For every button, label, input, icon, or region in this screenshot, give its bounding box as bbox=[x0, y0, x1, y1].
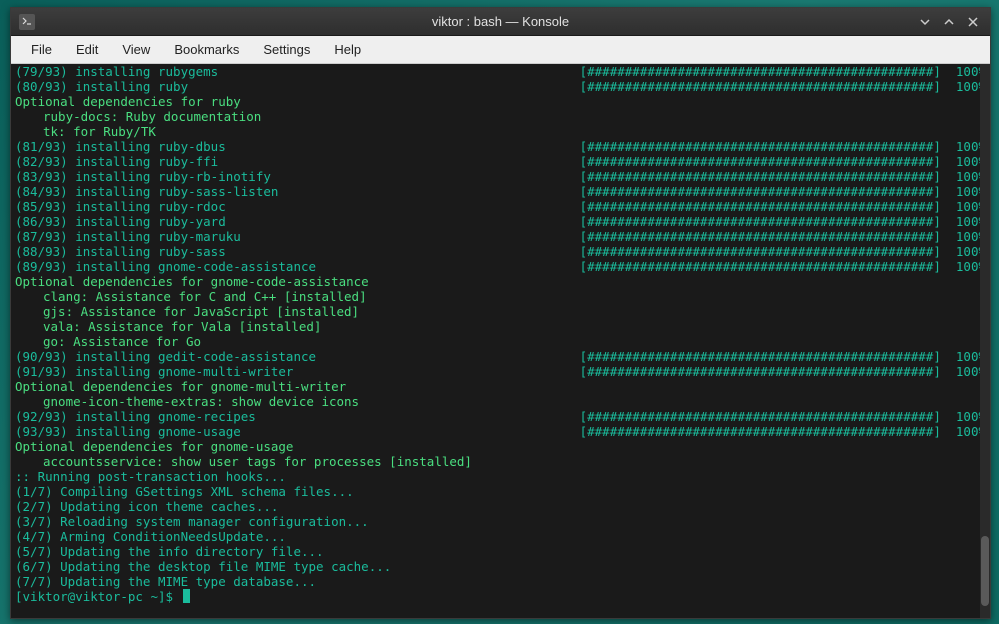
install-line: (88/93) installing ruby-sass [###########… bbox=[15, 244, 986, 259]
install-line: (79/93) installing rubygems [############… bbox=[15, 64, 986, 79]
install-text: (84/93) installing ruby-sass-listen bbox=[15, 184, 278, 199]
install-text: (90/93) installing gedit-code-assistance bbox=[15, 349, 316, 364]
optional-dep: vala: Assistance for Vala [installed] bbox=[15, 319, 986, 334]
install-text: (81/93) installing ruby-dbus bbox=[15, 139, 226, 154]
install-line: (91/93) installing gnome-multi-writer [##… bbox=[15, 364, 986, 379]
menu-help[interactable]: Help bbox=[322, 38, 373, 61]
install-text: (88/93) installing ruby-sass bbox=[15, 244, 226, 259]
optional-deps-header: Optional dependencies for gnome-usage bbox=[15, 439, 986, 454]
hook-line: (5/7) Updating the info directory file..… bbox=[15, 544, 986, 559]
hook-line: (7/7) Updating the MIME type database... bbox=[15, 574, 986, 589]
install-line: (84/93) installing ruby-sass-listen [####… bbox=[15, 184, 986, 199]
progress: [#######################################… bbox=[580, 349, 986, 364]
install-line: (83/93) installing ruby-rb-inotify [#####… bbox=[15, 169, 986, 184]
titlebar[interactable]: viktor : bash — Konsole bbox=[11, 8, 990, 36]
optional-dep: gjs: Assistance for JavaScript [installe… bbox=[15, 304, 986, 319]
progress: [#######################################… bbox=[580, 229, 986, 244]
progress: [#######################################… bbox=[580, 409, 986, 424]
optional-dep: accountsservice: show user tags for proc… bbox=[15, 454, 986, 469]
progress: [#######################################… bbox=[580, 424, 986, 439]
menu-bookmarks[interactable]: Bookmarks bbox=[162, 38, 251, 61]
menu-view[interactable]: View bbox=[110, 38, 162, 61]
install-line: (89/93) installing gnome-code-assistance… bbox=[15, 259, 986, 274]
progress: [#######################################… bbox=[580, 364, 986, 379]
install-line: (92/93) installing gnome-recipes [#######… bbox=[15, 409, 986, 424]
install-text: (85/93) installing ruby-rdoc bbox=[15, 199, 226, 214]
install-text: (83/93) installing ruby-rb-inotify bbox=[15, 169, 271, 184]
install-line: (93/93) installing gnome-usage [#########… bbox=[15, 424, 986, 439]
install-text: (91/93) installing gnome-multi-writer bbox=[15, 364, 293, 379]
minimize-button[interactable] bbox=[914, 12, 936, 32]
scrollbar-thumb[interactable] bbox=[981, 536, 989, 606]
progress: [#######################################… bbox=[580, 199, 986, 214]
close-button[interactable] bbox=[962, 12, 984, 32]
install-line: (87/93) installing ruby-maruku [#########… bbox=[15, 229, 986, 244]
optional-deps-header: Optional dependencies for gnome-multi-wr… bbox=[15, 379, 986, 394]
install-text: (93/93) installing gnome-usage bbox=[15, 424, 241, 439]
progress: [#######################################… bbox=[580, 184, 986, 199]
hook-line: (4/7) Arming ConditionNeedsUpdate... bbox=[15, 529, 986, 544]
install-text: (87/93) installing ruby-maruku bbox=[15, 229, 241, 244]
hook-line: (2/7) Updating icon theme caches... bbox=[15, 499, 986, 514]
install-line: (86/93) installing ruby-yard [###########… bbox=[15, 214, 986, 229]
window-controls bbox=[914, 12, 990, 32]
prompt: [viktor@viktor-pc ~]$ bbox=[15, 589, 181, 604]
window-title: viktor : bash — Konsole bbox=[11, 14, 990, 29]
menu-file[interactable]: File bbox=[19, 38, 64, 61]
progress: [#######################################… bbox=[580, 214, 986, 229]
install-text: (92/93) installing gnome-recipes bbox=[15, 409, 256, 424]
install-text: (80/93) installing ruby bbox=[15, 79, 188, 94]
progress: [#######################################… bbox=[580, 244, 986, 259]
install-text: (79/93) installing rubygems bbox=[15, 64, 218, 79]
optional-dep: clang: Assistance for C and C++ [install… bbox=[15, 289, 986, 304]
optional-dep: go: Assistance for Go bbox=[15, 334, 986, 349]
progress: [#######################################… bbox=[580, 64, 986, 79]
prompt-line[interactable]: [viktor@viktor-pc ~]$ bbox=[15, 589, 986, 604]
install-text: (82/93) installing ruby-ffi bbox=[15, 154, 218, 169]
progress: [#######################################… bbox=[580, 139, 986, 154]
install-text: (86/93) installing ruby-yard bbox=[15, 214, 226, 229]
progress: [#######################################… bbox=[580, 169, 986, 184]
menubar: File Edit View Bookmarks Settings Help bbox=[11, 36, 990, 64]
optional-dep: ruby-docs: Ruby documentation bbox=[15, 109, 986, 124]
hooks-header: :: Running post-transaction hooks... bbox=[15, 469, 986, 484]
install-line: (85/93) installing ruby-rdoc [###########… bbox=[15, 199, 986, 214]
optional-deps-header: Optional dependencies for ruby bbox=[15, 94, 986, 109]
hook-line: (3/7) Reloading system manager configura… bbox=[15, 514, 986, 529]
konsole-icon bbox=[19, 14, 35, 30]
cursor bbox=[183, 589, 190, 603]
install-line: (90/93) installing gedit-code-assistance… bbox=[15, 349, 986, 364]
progress: [#######################################… bbox=[580, 154, 986, 169]
menu-settings[interactable]: Settings bbox=[251, 38, 322, 61]
maximize-button[interactable] bbox=[938, 12, 960, 32]
install-line: (82/93) installing ruby-ffi [############… bbox=[15, 154, 986, 169]
konsole-window: viktor : bash — Konsole File Edit View B… bbox=[10, 7, 991, 619]
hook-line: (1/7) Compiling GSettings XML schema fil… bbox=[15, 484, 986, 499]
install-line: (80/93) installing ruby [################… bbox=[15, 79, 986, 94]
install-line: (81/93) installing ruby-dbus [###########… bbox=[15, 139, 986, 154]
optional-dep: gnome-icon-theme-extras: show device ico… bbox=[15, 394, 986, 409]
terminal-content: (79/93) installing rubygems [############… bbox=[11, 64, 990, 604]
terminal[interactable]: (79/93) installing rubygems [############… bbox=[11, 64, 990, 618]
scrollbar[interactable] bbox=[980, 64, 990, 618]
optional-deps-header: Optional dependencies for gnome-code-ass… bbox=[15, 274, 986, 289]
hook-line: (6/7) Updating the desktop file MIME typ… bbox=[15, 559, 986, 574]
install-text: (89/93) installing gnome-code-assistance bbox=[15, 259, 316, 274]
progress: [#######################################… bbox=[580, 259, 986, 274]
menu-edit[interactable]: Edit bbox=[64, 38, 110, 61]
optional-dep: tk: for Ruby/TK bbox=[15, 124, 986, 139]
progress: [#######################################… bbox=[580, 79, 986, 94]
